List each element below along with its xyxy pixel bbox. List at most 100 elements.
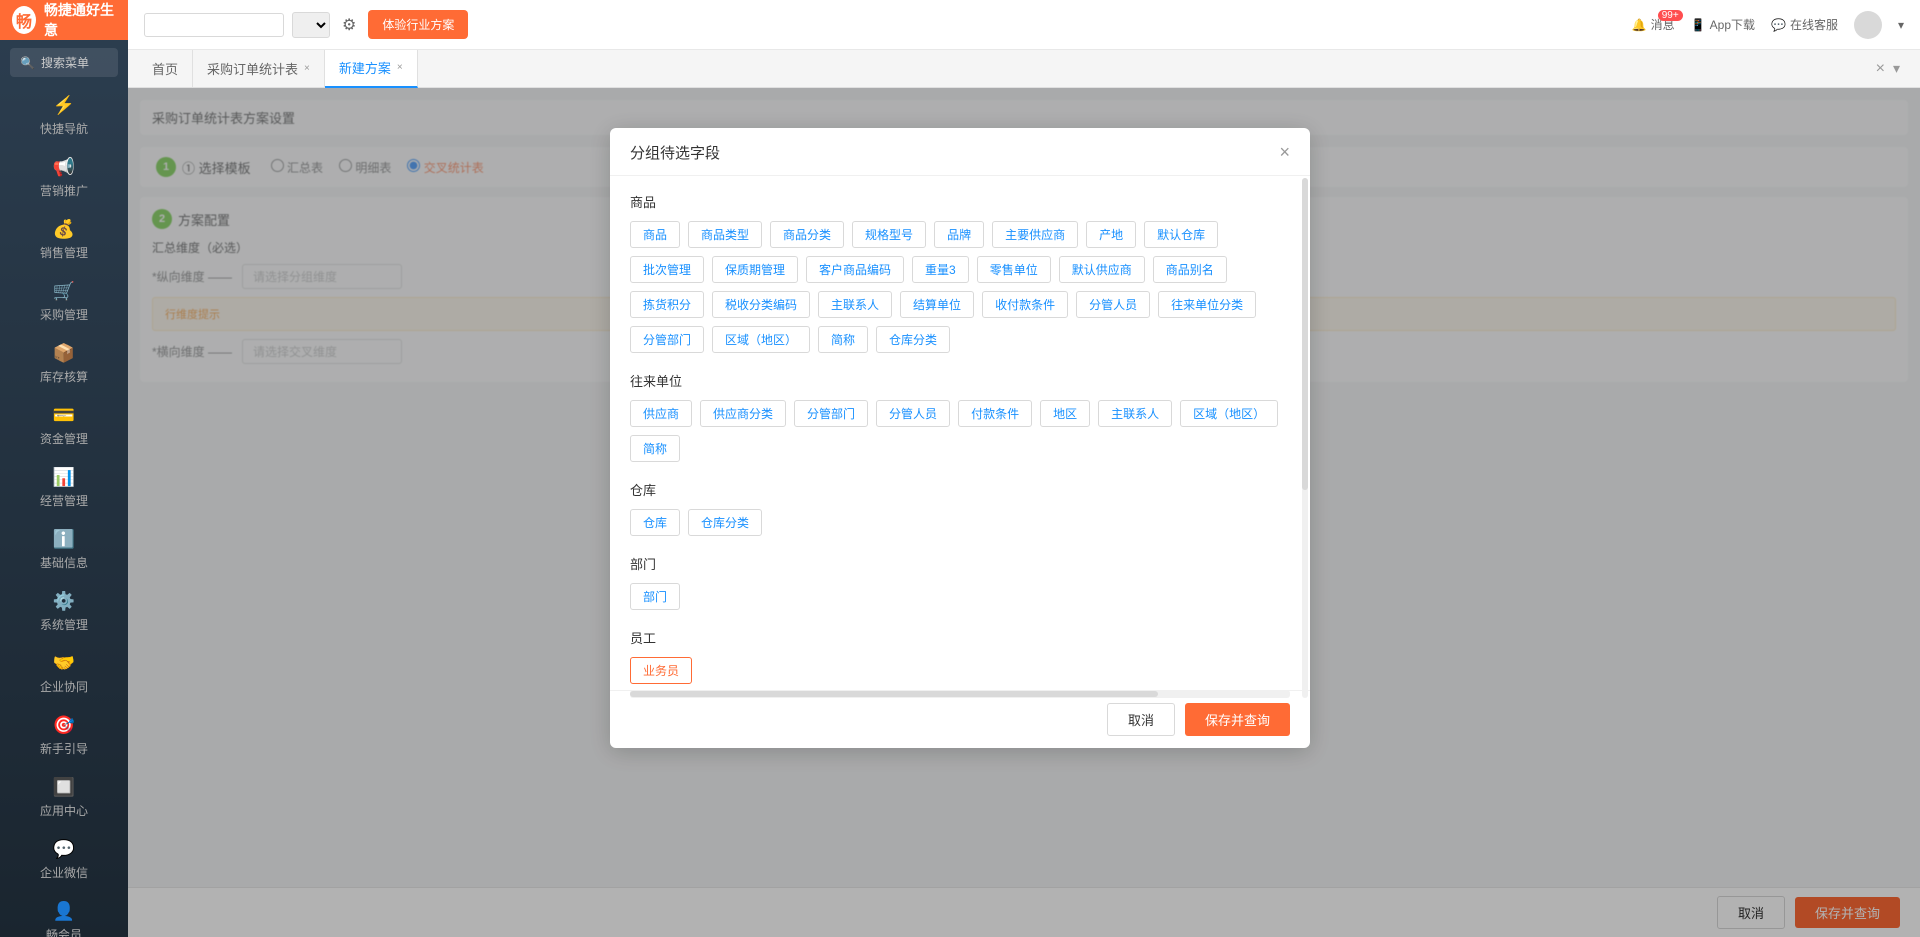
collab-icon: 🤝 [53,653,75,674]
field-tag[interactable]: 分管人员 [876,400,950,427]
sidebar-item-sales[interactable]: 💰 销售管理 [0,209,128,271]
notification-button[interactable]: 🔔 消息 99+ [1632,16,1675,33]
scrollbar-track[interactable] [1302,178,1308,698]
basic-icon: ℹ️ [53,529,75,550]
sidebar-item-quick-nav[interactable]: ⚡ 快捷导航 [0,85,128,147]
section-employee-title: 员工 [630,628,1290,647]
tab-purchase-stats-close[interactable]: × [304,63,310,74]
finance-icon: 💳 [53,405,75,426]
topbar-search-input[interactable] [144,13,284,37]
field-tag[interactable]: 分管人员 [1076,291,1150,318]
field-tag[interactable]: 产地 [1086,221,1136,248]
tab-purchase-stats-label: 采购订单统计表 [207,59,298,78]
field-tag-employee[interactable]: 业务员 [630,657,692,684]
sidebar-item-operations[interactable]: 📊 经营管理 [0,457,128,519]
field-tag[interactable]: 仓库 [630,509,680,536]
field-tag[interactable]: 商品类型 [688,221,762,248]
field-tag[interactable]: 区域（地区） [1180,400,1278,427]
sidebar-item-inventory[interactable]: 📦 库存核算 [0,333,128,395]
topbar-gear-icon[interactable]: ⚙ [342,15,356,35]
field-tag[interactable]: 供应商分类 [700,400,786,427]
field-tag[interactable]: 供应商 [630,400,692,427]
topbar-category-select[interactable] [292,12,330,38]
system-icon: ⚙️ [53,591,75,612]
field-tag[interactable]: 拣货积分 [630,291,704,318]
sidebar-item-appcenter[interactable]: 🔲 应用中心 [0,767,128,829]
sidebar-item-collab[interactable]: 🤝 企业协同 [0,643,128,705]
app-name: 畅捷通好生意 [44,0,116,40]
field-tag[interactable]: 重量3 [912,256,969,283]
field-tag[interactable]: 分管部门 [630,326,704,353]
section-department-fields: 部门 [630,583,1290,610]
sidebar-item-marketing[interactable]: 📢 营销推广 [0,147,128,209]
field-tag[interactable]: 简称 [818,326,868,353]
field-tag[interactable]: 仓库分类 [688,509,762,536]
field-tag[interactable]: 主要供应商 [992,221,1078,248]
field-tag[interactable]: 品牌 [934,221,984,248]
field-tag[interactable]: 仓库分类 [876,326,950,353]
field-tag[interactable]: 默认仓库 [1144,221,1218,248]
field-tag[interactable]: 批次管理 [630,256,704,283]
sidebar-item-purchase[interactable]: 🛒 采购管理 [0,271,128,333]
tab-home[interactable]: 首页 [138,50,193,88]
sidebar-search-area[interactable]: 🔍 搜索菜单 [0,40,128,85]
field-tag[interactable]: 区域（地区） [712,326,810,353]
tabbar-menu-icon[interactable]: ▾ [1893,60,1900,77]
field-tag[interactable]: 结算单位 [900,291,974,318]
field-tag[interactable]: 商品 [630,221,680,248]
modal-cancel-button[interactable]: 取消 [1107,703,1175,736]
sidebar-label-basic: 基础信息 [40,554,88,571]
experience-plan-button[interactable]: 体验行业方案 [368,10,468,39]
field-selection-modal: 分组待选字段 × 商品 商品 商品类型 商品分类 规格型号 品牌 主要供应商 产… [610,128,1310,748]
sidebar-item-system[interactable]: ⚙️ 系统管理 [0,581,128,643]
field-tag[interactable]: 地区 [1040,400,1090,427]
horizontal-scrollbar-thumb[interactable] [630,691,1158,697]
appcenter-icon: 🔲 [53,777,75,798]
online-service-button[interactable]: 💬 在线客服 [1771,16,1838,33]
tabbar-close-all-icon[interactable]: × [1876,60,1885,78]
tab-new-plan-close[interactable]: × [397,62,403,73]
search-menu-button[interactable]: 🔍 搜索菜单 [10,48,118,77]
field-tag[interactable]: 收付款条件 [982,291,1068,318]
field-tag[interactable]: 客户商品编码 [806,256,904,283]
field-tag[interactable]: 主联系人 [1098,400,1172,427]
field-tag[interactable]: 零售单位 [977,256,1051,283]
field-tag[interactable]: 商品别名 [1153,256,1227,283]
field-tag[interactable]: 主联系人 [818,291,892,318]
sidebar-item-finance[interactable]: 💳 资金管理 [0,395,128,457]
scrollbar-thumb[interactable] [1302,178,1308,490]
section-employee: 员工 业务员 [630,628,1290,684]
sidebar-item-newbie[interactable]: 🎯 新手引导 [0,705,128,767]
field-tag[interactable]: 商品分类 [770,221,844,248]
sidebar-label-appcenter: 应用中心 [40,802,88,819]
notification-count: 99+ [1658,10,1683,21]
field-tag[interactable]: 往来单位分类 [1158,291,1256,318]
sidebar-item-basic[interactable]: ℹ️ 基础信息 [0,519,128,581]
sidebar-label-purchase: 采购管理 [40,306,88,323]
modal-body[interactable]: 商品 商品 商品类型 商品分类 规格型号 品牌 主要供应商 产地 默认仓库 批次… [610,176,1310,690]
section-product-fields: 商品 商品类型 商品分类 规格型号 品牌 主要供应商 产地 默认仓库 批次管理 … [630,221,1290,353]
sidebar-item-member[interactable]: 👤 畅会员 [0,891,128,937]
user-avatar[interactable] [1854,11,1882,39]
field-tag[interactable]: 部门 [630,583,680,610]
sidebar-label-wechat: 企业微信 [40,864,88,881]
tab-new-plan-label: 新建方案 [339,58,391,77]
horizontal-scrollbar[interactable] [630,690,1290,698]
tabbar-right-controls: × ▾ [1866,60,1910,78]
sidebar-label-inventory: 库存核算 [40,368,88,385]
modal-confirm-button[interactable]: 保存并查询 [1185,703,1290,736]
tab-new-plan[interactable]: 新建方案 × [325,50,418,88]
field-tag[interactable]: 简称 [630,435,680,462]
field-tag[interactable]: 分管部门 [794,400,868,427]
field-tag[interactable]: 税收分类编码 [712,291,810,318]
app-download-button[interactable]: 📱 App下载 [1691,16,1755,33]
tab-purchase-stats[interactable]: 采购订单统计表 × [193,50,325,88]
field-tag[interactable]: 付款条件 [958,400,1032,427]
user-menu-arrow[interactable]: ▾ [1898,18,1904,32]
field-tag[interactable]: 规格型号 [852,221,926,248]
sidebar-item-wechat[interactable]: 💬 企业微信 [0,829,128,891]
wechat-icon: 💬 [53,839,75,860]
field-tag[interactable]: 默认供应商 [1059,256,1145,283]
modal-close-button[interactable]: × [1279,142,1290,163]
field-tag[interactable]: 保质期管理 [712,256,798,283]
